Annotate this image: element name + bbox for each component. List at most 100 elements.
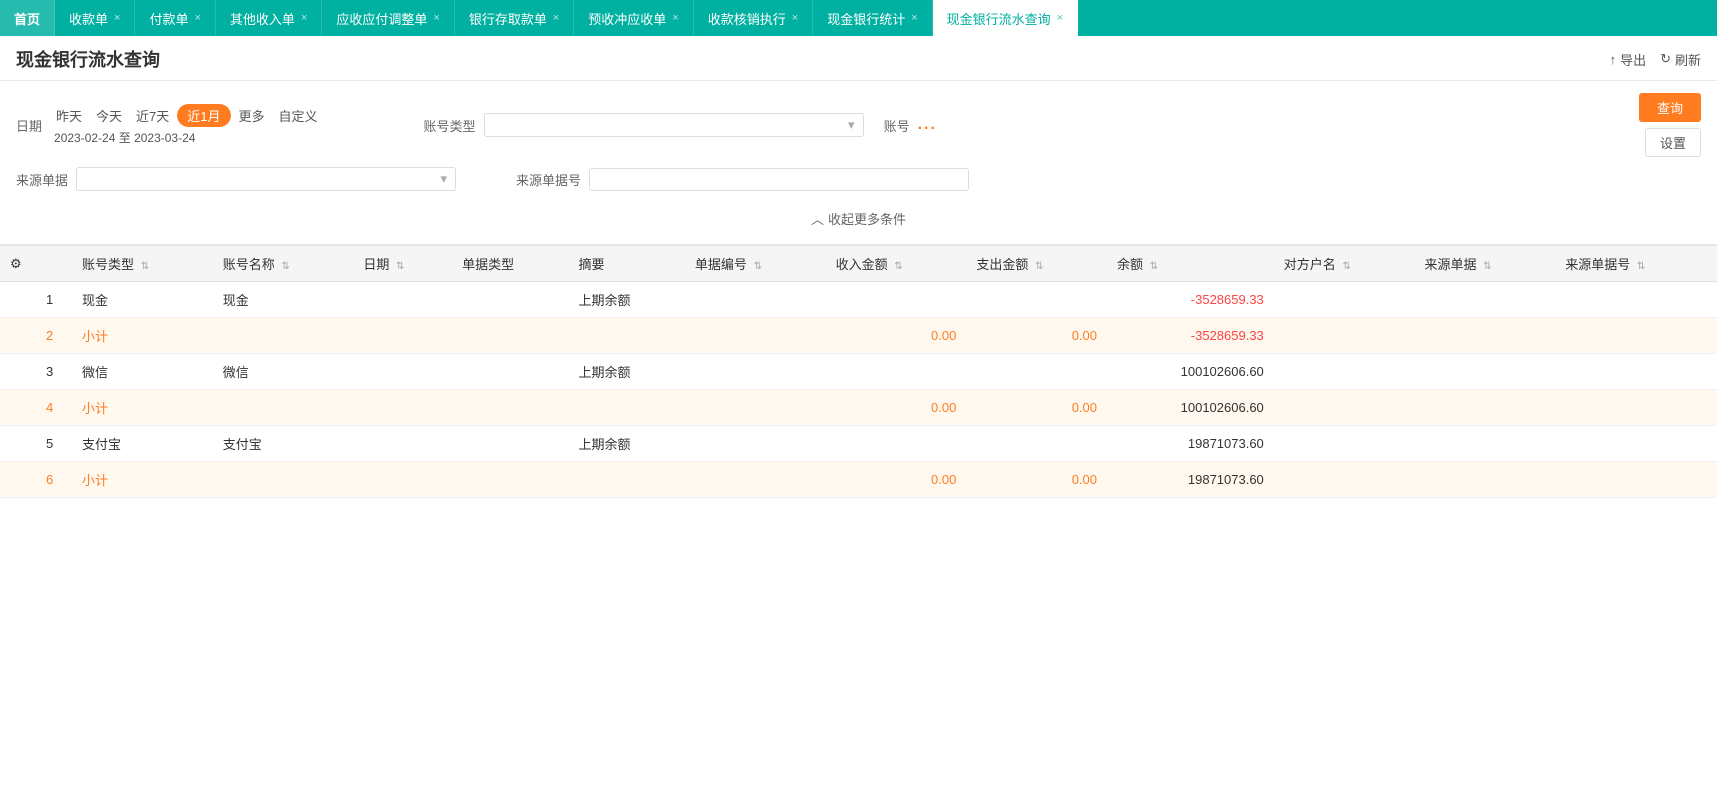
td-settings <box>0 318 36 354</box>
td-summary <box>569 462 685 498</box>
td-doc-no <box>685 354 826 390</box>
nav-tab-verify[interactable]: 收款核销执行 × <box>694 0 813 36</box>
td-account-name: 现金 <box>213 282 354 318</box>
date-shortcut-1month[interactable]: 近1月 <box>177 104 230 127</box>
nav-tab-prepaid[interactable]: 预收冲应收单 × <box>574 0 693 36</box>
date-range: 2023-02-24 至 2023-03-24 <box>54 129 324 146</box>
th-account-name[interactable]: 账号名称 ⇅ <box>213 246 354 282</box>
nav-tab-label: 其他收入单 <box>230 9 295 28</box>
close-icon[interactable]: × <box>553 12 559 24</box>
date-shortcut-today[interactable]: 今天 <box>90 104 128 127</box>
date-shortcut-custom[interactable]: 自定义 <box>273 104 324 127</box>
sort-icon: ⇅ <box>1483 261 1491 272</box>
td-index: 6 <box>36 462 72 498</box>
account-type-label: 账号类型 <box>424 116 476 135</box>
settings-button[interactable]: 设置 <box>1645 128 1701 157</box>
td-doc-no <box>685 462 826 498</box>
td-account-name <box>213 318 354 354</box>
th-counterpart[interactable]: 对方户名 ⇅ <box>1274 246 1415 282</box>
td-balance: 19871073.60 <box>1107 462 1274 498</box>
td-income <box>826 426 967 462</box>
th-balance[interactable]: 余额 ⇅ <box>1107 246 1274 282</box>
account-ellipsis-btn[interactable]: ... <box>918 116 937 134</box>
nav-tab-cash-stat[interactable]: 现金银行统计 × <box>813 0 932 36</box>
td-income <box>826 354 967 390</box>
query-button[interactable]: 查询 <box>1639 93 1701 122</box>
nav-tab-adjustment[interactable]: 应收应付调整单 × <box>322 0 454 36</box>
chevron-down-icon: ▾ <box>440 171 447 187</box>
date-shortcut-more[interactable]: 更多 <box>233 104 271 127</box>
nav-tab-bank-deposit[interactable]: 银行存取款单 × <box>455 0 574 36</box>
th-income[interactable]: 收入金额 ⇅ <box>826 246 967 282</box>
nav-tab-payment[interactable]: 付款单 × <box>135 0 215 36</box>
table-section: ⚙ 账号类型 ⇅ 账号名称 ⇅ 日期 ⇅ <box>0 245 1717 498</box>
nav-tab-label: 预收冲应收单 <box>588 9 666 28</box>
td-account-type: 小计 <box>72 390 213 426</box>
close-icon[interactable]: × <box>672 12 678 24</box>
source-doc-no-input[interactable] <box>589 168 969 191</box>
sort-icon: ⇅ <box>1035 261 1043 272</box>
export-button[interactable]: ↑ 导出 <box>1610 50 1647 69</box>
th-settings[interactable]: ⚙ <box>0 246 36 282</box>
source-doc-select[interactable]: ▾ <box>76 167 456 191</box>
td-doc-type <box>452 318 568 354</box>
header-actions: ↑ 导出 ↻ 刷新 <box>1610 50 1701 69</box>
td-index: 5 <box>36 426 72 462</box>
td-balance: 100102606.60 <box>1107 354 1274 390</box>
nav-tab-receipt[interactable]: 收款单 × <box>55 0 135 36</box>
close-icon[interactable]: × <box>792 12 798 24</box>
th-expense[interactable]: 支出金额 ⇅ <box>966 246 1107 282</box>
th-date[interactable]: 日期 ⇅ <box>353 246 452 282</box>
td-doc-type <box>452 354 568 390</box>
nav-tab-other-income[interactable]: 其他收入单 × <box>216 0 322 36</box>
td-source-doc <box>1415 390 1556 426</box>
td-source-doc-no <box>1555 390 1717 426</box>
top-nav: 首页 收款单 × 付款单 × 其他收入单 × 应收应付调整单 × 银行存取款单 … <box>0 0 1717 36</box>
source-doc-filter-group: 来源单据 ▾ <box>16 167 456 191</box>
date-block: 昨天 今天 近7天 近1月 更多 自定义 2023-02-24 至 2023-0… <box>50 104 324 146</box>
source-doc-label: 来源单据 <box>16 170 68 189</box>
th-account-type[interactable]: 账号类型 ⇅ <box>72 246 213 282</box>
close-icon[interactable]: × <box>301 12 307 24</box>
close-icon[interactable]: × <box>1057 12 1063 24</box>
refresh-button[interactable]: ↻ 刷新 <box>1660 50 1701 69</box>
td-doc-type <box>452 426 568 462</box>
td-account-name <box>213 390 354 426</box>
td-counterpart <box>1274 318 1415 354</box>
td-doc-no <box>685 282 826 318</box>
nav-tab-label: 现金银行统计 <box>827 9 905 28</box>
td-index: 3 <box>36 354 72 390</box>
nav-home[interactable]: 首页 <box>0 0 55 36</box>
nav-tab-cash-flow[interactable]: 现金银行流水查询 × <box>933 0 1078 36</box>
td-settings <box>0 354 36 390</box>
td-settings <box>0 390 36 426</box>
data-table: ⚙ 账号类型 ⇅ 账号名称 ⇅ 日期 ⇅ <box>0 245 1717 498</box>
close-icon[interactable]: × <box>194 12 200 24</box>
td-settings <box>0 462 36 498</box>
th-source-doc-no[interactable]: 来源单据号 ⇅ <box>1555 246 1717 282</box>
td-counterpart <box>1274 426 1415 462</box>
td-summary: 上期余额 <box>569 282 685 318</box>
th-doc-no[interactable]: 单据编号 ⇅ <box>685 246 826 282</box>
page-container: 现金银行流水查询 ↑ 导出 ↻ 刷新 日期 昨天 今天 近7天 <box>0 36 1717 785</box>
td-source-doc-no <box>1555 282 1717 318</box>
close-icon[interactable]: × <box>911 12 917 24</box>
collapse-row: ︿ 收起更多条件 <box>16 201 1701 238</box>
td-date <box>353 426 452 462</box>
date-shortcut-7days[interactable]: 近7天 <box>130 104 175 127</box>
td-settings <box>0 282 36 318</box>
table-row: 4 小计 0.00 0.00 100102606.60 <box>0 390 1717 426</box>
td-income: 0.00 <box>826 462 967 498</box>
settings-icon: ⚙ <box>10 256 22 271</box>
close-icon[interactable]: × <box>114 12 120 24</box>
date-shortcut-yesterday[interactable]: 昨天 <box>50 104 88 127</box>
table-row: 6 小计 0.00 0.00 19871073.60 <box>0 462 1717 498</box>
th-source-doc[interactable]: 来源单据 ⇅ <box>1415 246 1556 282</box>
account-type-filter-group: 账号类型 ▾ <box>424 113 864 137</box>
source-doc-no-label: 来源单据号 <box>516 170 581 189</box>
close-icon[interactable]: × <box>433 12 439 24</box>
account-type-select[interactable]: ▾ <box>484 113 864 137</box>
td-counterpart <box>1274 354 1415 390</box>
collapse-button[interactable]: ︿ 收起更多条件 <box>811 205 906 232</box>
td-account-type: 小计 <box>72 318 213 354</box>
